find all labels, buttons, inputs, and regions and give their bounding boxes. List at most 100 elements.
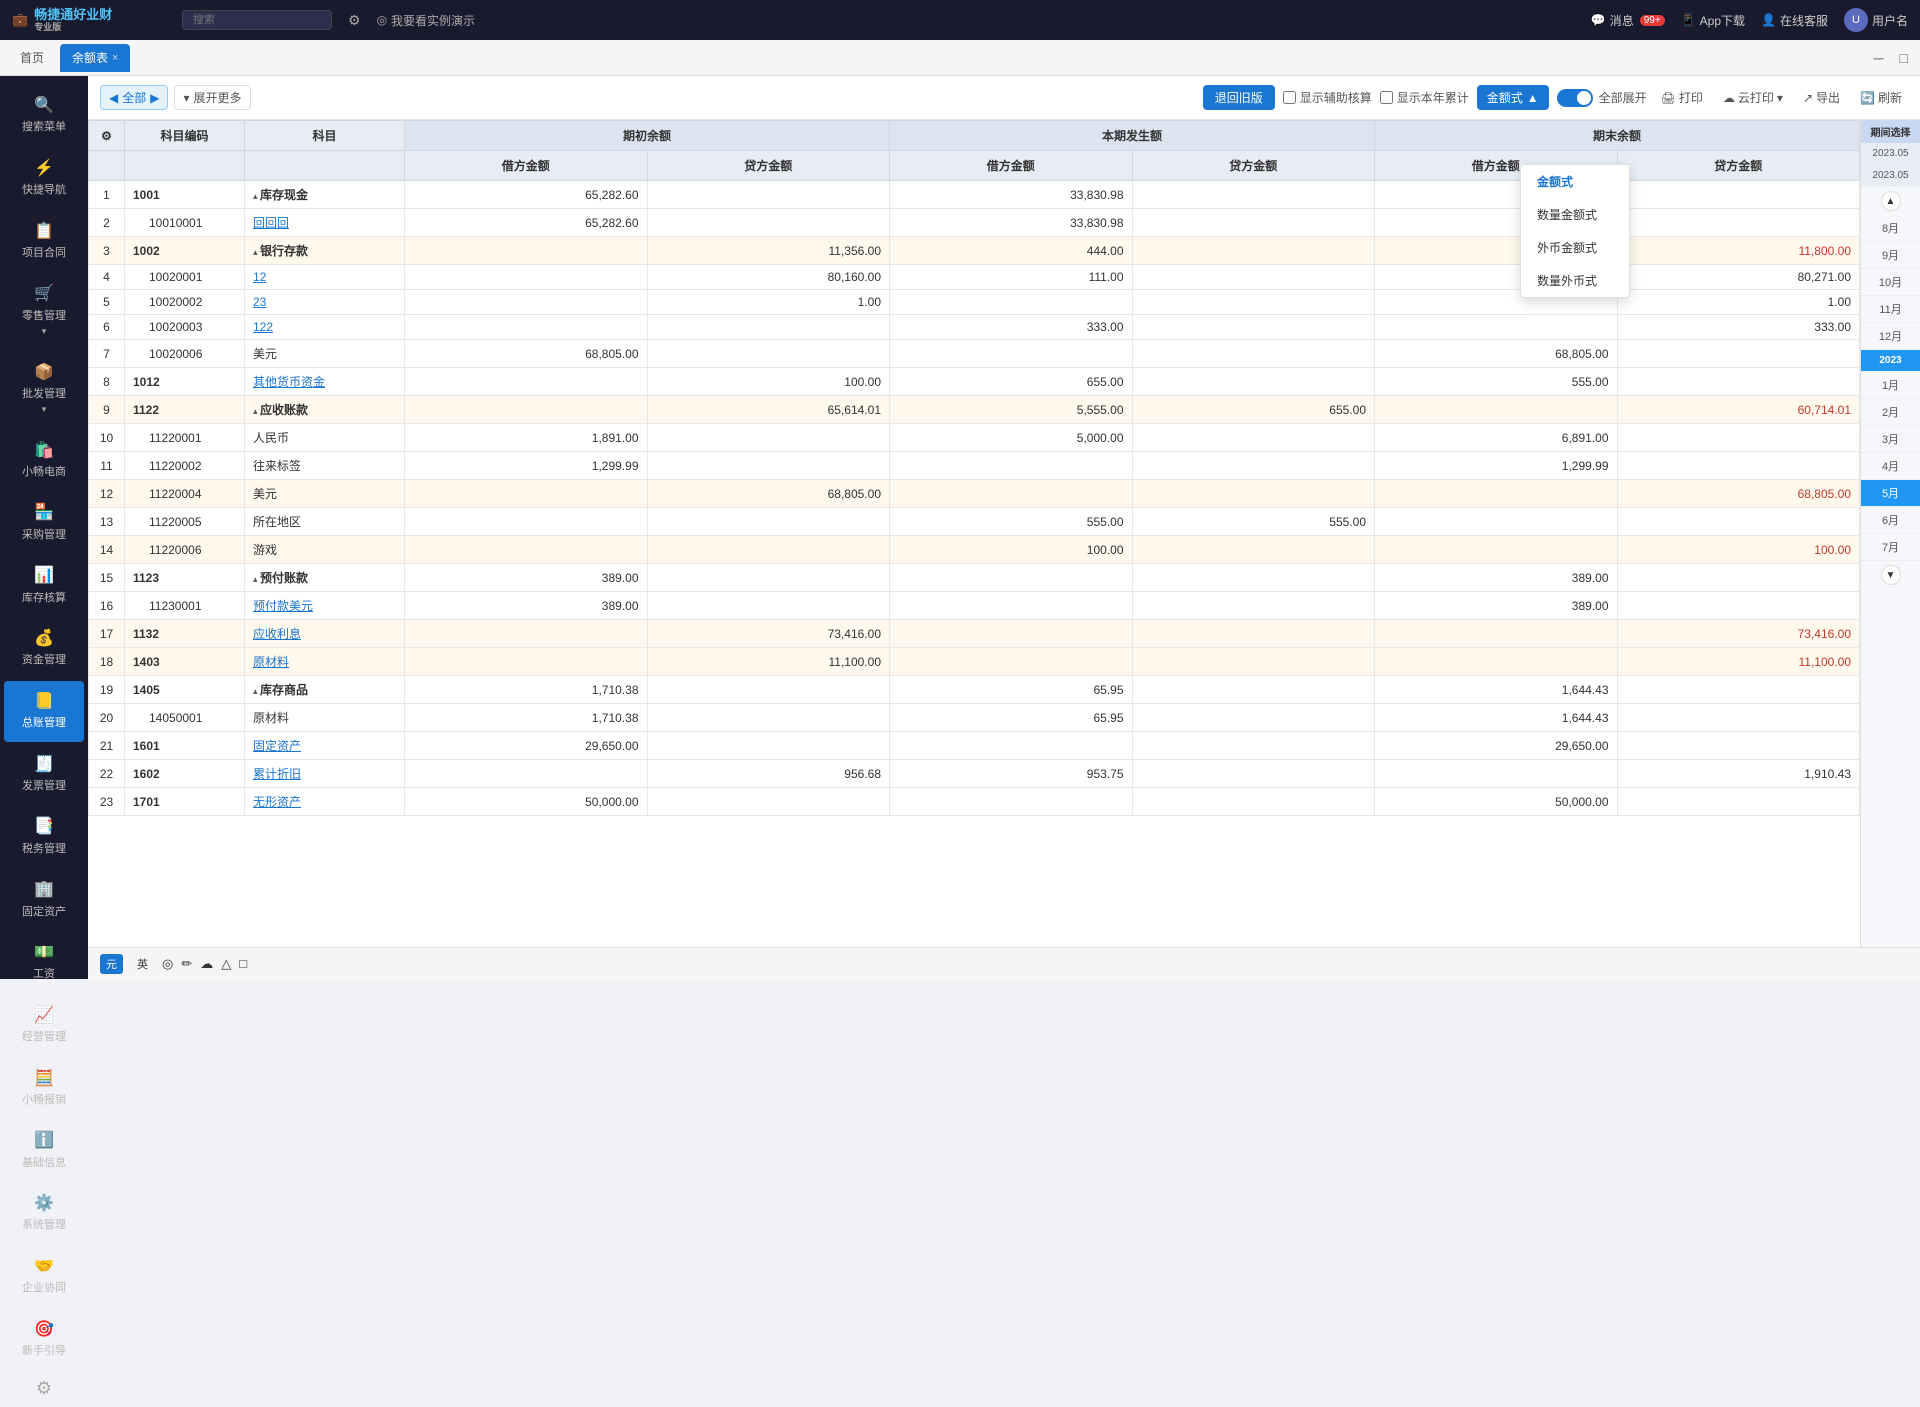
- subject-cell[interactable]: 12: [245, 265, 405, 290]
- subject-sub-th: [245, 151, 405, 181]
- closing-credit-cell: [1617, 676, 1860, 704]
- date-aug[interactable]: 8月: [1861, 215, 1920, 242]
- dropdown-item-foreign[interactable]: 外币金额式: [1521, 231, 1629, 264]
- date-up-btn[interactable]: ▲: [1881, 191, 1901, 211]
- subject-cell[interactable]: 其他货币资金: [245, 368, 405, 396]
- year-checkbox[interactable]: [1380, 91, 1393, 104]
- tab-home[interactable]: 首页: [8, 44, 56, 72]
- expand-more-btn[interactable]: ▾ 展开更多: [174, 85, 250, 110]
- tab-balance[interactable]: 余额表 ×: [60, 44, 130, 72]
- subject-cell[interactable]: 回回回: [245, 209, 405, 237]
- maximize-btn[interactable]: □: [1896, 48, 1912, 68]
- dropdown-item-amount[interactable]: 金额式: [1521, 165, 1629, 198]
- assist-checkbox-group[interactable]: 显示辅助核算: [1283, 89, 1372, 106]
- sidebar-item-operations[interactable]: 📈 经营管理: [4, 995, 84, 1056]
- subject-cell[interactable]: 122: [245, 315, 405, 340]
- subject-cell[interactable]: 无形资产: [245, 788, 405, 816]
- sidebar-item-capital[interactable]: 💰 资金管理: [4, 618, 84, 679]
- date-may[interactable]: 5月: [1861, 480, 1920, 507]
- dropdown-item-qty-amount[interactable]: 数量金额式: [1521, 198, 1629, 231]
- date-jul[interactable]: 7月: [1861, 534, 1920, 561]
- sidebar-item-inventory[interactable]: 📊 库存核算: [4, 555, 84, 616]
- code-cell: 11230001: [125, 592, 245, 620]
- date-feb[interactable]: 2月: [1861, 399, 1920, 426]
- date-sep[interactable]: 9月: [1861, 242, 1920, 269]
- sidebar-item-system[interactable]: ⚙️ 系统管理: [4, 1183, 84, 1244]
- subject-cell[interactable]: 23: [245, 290, 405, 315]
- sidebar-item-sales[interactable]: 🧮 小畅报销: [4, 1058, 84, 1119]
- date-down-btn[interactable]: ▼: [1881, 565, 1901, 585]
- breadcrumb-all[interactable]: ◀ 全部 ▶: [100, 85, 168, 110]
- sidebar-item-retail[interactable]: 🛒 零售管理 ▾: [4, 273, 84, 349]
- sidebar-item-search[interactable]: 🔍 搜索菜单: [4, 85, 84, 146]
- bottom-square[interactable]: □: [239, 956, 247, 971]
- message-btn[interactable]: 💬 消息 99+: [1591, 12, 1665, 29]
- sidebar-item-wholesale[interactable]: 📦 批发管理 ▾: [4, 352, 84, 428]
- bottom-eng[interactable]: 英: [131, 954, 154, 974]
- opening-debit-cell: [405, 315, 648, 340]
- tab-close-icon[interactable]: ×: [112, 52, 118, 64]
- bottom-triangle[interactable]: △: [221, 956, 231, 972]
- current-debit-cell: 33,830.98: [890, 181, 1133, 209]
- sidebar-item-assets[interactable]: 🏢 固定资产: [4, 869, 84, 930]
- table-row: 6: [89, 315, 125, 340]
- code-cell: 11220005: [125, 508, 245, 536]
- sidebar-item-basic[interactable]: ℹ️ 基础信息: [4, 1120, 84, 1181]
- current-debit-cell: 65.95: [890, 676, 1133, 704]
- demo-link[interactable]: ◎ 我要看实例演示: [377, 12, 476, 29]
- download-btn[interactable]: 📱 App下载: [1681, 12, 1745, 29]
- subject-cell[interactable]: 累计折旧: [245, 760, 405, 788]
- opening-credit-cell: [647, 732, 890, 760]
- date-2023-label[interactable]: 2023: [1861, 350, 1920, 372]
- closing-debit-cell: [1375, 620, 1618, 648]
- closing-debit-cell: [1375, 760, 1618, 788]
- date-jan[interactable]: 1月: [1861, 372, 1920, 399]
- sidebar-item-purchase[interactable]: 🏪 采购管理: [4, 492, 84, 553]
- bottom-circle[interactable]: ◎: [162, 956, 173, 972]
- expand-all-toggle[interactable]: 全部展开: [1557, 89, 1647, 107]
- sidebar-item-invoice[interactable]: 🧾 发票管理: [4, 744, 84, 805]
- sidebar-item-project[interactable]: 📋 项目合同: [4, 211, 84, 272]
- settings-th[interactable]: ⚙: [89, 121, 125, 151]
- minimize-btn[interactable]: ─: [1870, 48, 1888, 68]
- settings-icon[interactable]: ⚙: [348, 12, 361, 29]
- export-btn[interactable]: ↗ 导出: [1797, 86, 1846, 109]
- year-checkbox-group[interactable]: 显示本年累计: [1380, 89, 1469, 106]
- subject-cell[interactable]: 应收利息: [245, 620, 405, 648]
- print-btn[interactable]: 🖨 打印: [1655, 86, 1709, 109]
- sidebar-item-tax[interactable]: 📑 税务管理: [4, 806, 84, 867]
- return-btn[interactable]: 退回旧版: [1203, 85, 1275, 110]
- dropdown-item-qty-foreign[interactable]: 数量外币式: [1521, 264, 1629, 297]
- date-oct[interactable]: 10月: [1861, 269, 1920, 296]
- toggle-switch-btn[interactable]: [1557, 89, 1593, 107]
- assets-icon: 🏢: [8, 879, 80, 901]
- cloud-print-btn[interactable]: ☁ 云打印 ▾: [1717, 86, 1789, 109]
- sidebar-item-quicknav[interactable]: ⚡ 快捷导航: [4, 148, 84, 209]
- sidebar-item-coop[interactable]: 🤝 企业协同: [4, 1246, 84, 1307]
- date-apr[interactable]: 4月: [1861, 453, 1920, 480]
- service-btn[interactable]: 👤 在线客服: [1761, 12, 1828, 29]
- bottom-edit[interactable]: ✏: [181, 956, 192, 972]
- assist-checkbox[interactable]: [1283, 91, 1296, 104]
- style-dropdown-btn[interactable]: 金额式 ▲: [1477, 85, 1549, 110]
- sidebar-item-guide[interactable]: 🎯 新手引导: [4, 1309, 84, 1370]
- user-btn[interactable]: U 用户名: [1844, 8, 1908, 32]
- sidebar-item-salary[interactable]: 💵 工资: [4, 932, 84, 993]
- sidebar-item-ecommerce[interactable]: 🛍️ 小畅电商: [4, 430, 84, 491]
- subject-cell[interactable]: 预付款美元: [245, 592, 405, 620]
- subject-cell[interactable]: 原材料: [245, 648, 405, 676]
- date-mar[interactable]: 3月: [1861, 426, 1920, 453]
- sidebar-item-ledger[interactable]: 📒 总账管理: [4, 681, 84, 742]
- subject-cell[interactable]: 固定资产: [245, 732, 405, 760]
- code-cell: 1701: [125, 788, 245, 816]
- bottom-cloud[interactable]: ☁: [200, 956, 213, 972]
- sidebar-settings-btn[interactable]: ⚙: [4, 1378, 84, 1399]
- date-nov[interactable]: 11月: [1861, 296, 1920, 323]
- refresh-btn[interactable]: 🔄 刷新: [1854, 86, 1908, 109]
- date-jun[interactable]: 6月: [1861, 507, 1920, 534]
- bottom-yuan[interactable]: 元: [100, 954, 123, 974]
- opening-credit-cell: 73,416.00: [647, 620, 890, 648]
- date-dec[interactable]: 12月: [1861, 323, 1920, 350]
- search-input[interactable]: [182, 10, 332, 30]
- opening-credit-cell: 68,805.00: [647, 480, 890, 508]
